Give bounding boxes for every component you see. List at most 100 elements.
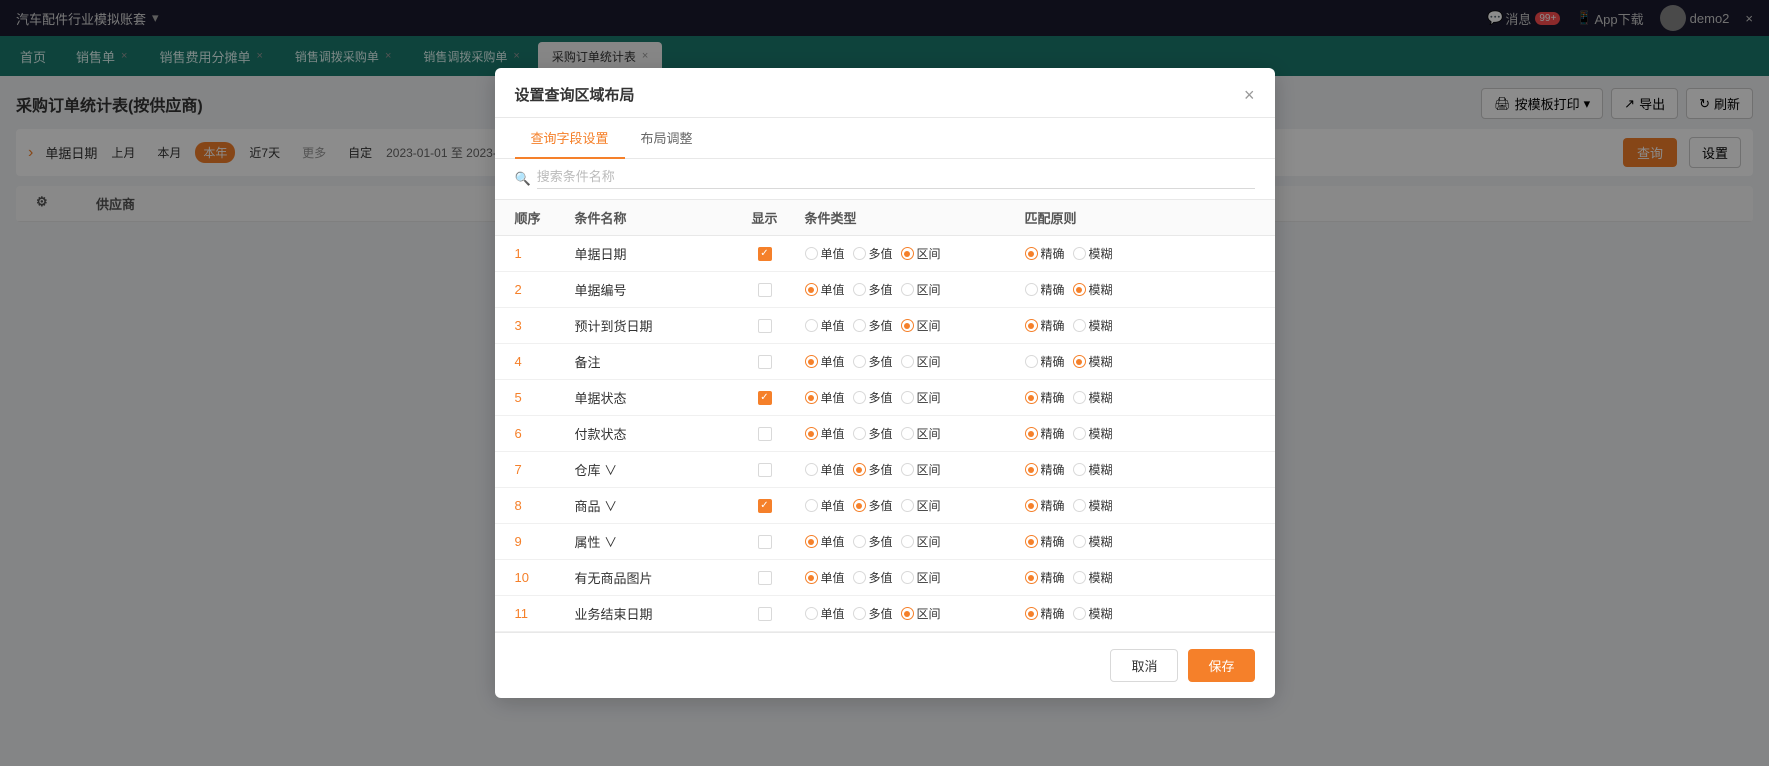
radio-option-match_fuzzy[interactable]: 模糊 xyxy=(1073,461,1113,478)
radio-button[interactable] xyxy=(1073,463,1086,476)
radio-button[interactable] xyxy=(1073,571,1086,584)
radio-option-type_range[interactable]: 区间 xyxy=(901,317,941,334)
checkbox-indicator[interactable] xyxy=(758,499,772,513)
radio-option-type_multi[interactable]: 多值 xyxy=(853,317,893,334)
radio-option-type_single[interactable]: 单值 xyxy=(805,353,845,370)
radio-button[interactable] xyxy=(1025,427,1038,440)
radio-button[interactable] xyxy=(1025,355,1038,368)
radio-option-match_exact[interactable]: 精确 xyxy=(1025,425,1065,442)
radio-option-type_multi[interactable]: 多值 xyxy=(853,425,893,442)
radio-button[interactable] xyxy=(901,607,914,620)
radio-option-type_single[interactable]: 单值 xyxy=(805,425,845,442)
radio-option-type_range[interactable]: 区间 xyxy=(901,245,941,262)
radio-option-match_exact[interactable]: 精确 xyxy=(1025,497,1065,514)
display-checkbox[interactable] xyxy=(725,463,805,477)
radio-option-match_fuzzy[interactable]: 模糊 xyxy=(1073,353,1113,370)
checkbox-indicator[interactable] xyxy=(758,427,772,441)
checkbox-indicator[interactable] xyxy=(758,535,772,549)
display-checkbox[interactable] xyxy=(725,355,805,369)
radio-button[interactable] xyxy=(1073,355,1086,368)
display-checkbox[interactable] xyxy=(725,499,805,513)
radio-option-match_exact[interactable]: 精确 xyxy=(1025,605,1065,622)
checkbox-indicator[interactable] xyxy=(758,247,772,261)
radio-option-type_range[interactable]: 区间 xyxy=(901,461,941,478)
radio-button[interactable] xyxy=(901,355,914,368)
radio-option-match_fuzzy[interactable]: 模糊 xyxy=(1073,425,1113,442)
display-checkbox[interactable] xyxy=(725,283,805,297)
radio-button[interactable] xyxy=(853,535,866,548)
radio-button[interactable] xyxy=(901,319,914,332)
radio-button[interactable] xyxy=(805,607,818,620)
radio-option-match_fuzzy[interactable]: 模糊 xyxy=(1073,281,1113,298)
radio-option-match_fuzzy[interactable]: 模糊 xyxy=(1073,497,1113,514)
display-checkbox[interactable] xyxy=(725,391,805,405)
checkbox-indicator[interactable] xyxy=(758,283,772,297)
radio-option-match_exact[interactable]: 精确 xyxy=(1025,245,1065,262)
radio-button[interactable] xyxy=(1025,463,1038,476)
radio-button[interactable] xyxy=(853,571,866,584)
radio-button[interactable] xyxy=(1025,391,1038,404)
tab-query-fields[interactable]: 查询字段设置 xyxy=(515,118,625,159)
radio-option-match_fuzzy[interactable]: 模糊 xyxy=(1073,245,1113,262)
radio-button[interactable] xyxy=(1025,319,1038,332)
radio-button[interactable] xyxy=(1073,427,1086,440)
radio-option-type_single[interactable]: 单值 xyxy=(805,533,845,550)
checkbox-indicator[interactable] xyxy=(758,391,772,405)
radio-button[interactable] xyxy=(805,391,818,404)
radio-button[interactable] xyxy=(853,463,866,476)
radio-button[interactable] xyxy=(1073,319,1086,332)
modal-close-button[interactable]: × xyxy=(1244,86,1255,104)
radio-option-type_single[interactable]: 单值 xyxy=(805,605,845,622)
radio-button[interactable] xyxy=(805,427,818,440)
checkbox-indicator[interactable] xyxy=(758,607,772,621)
radio-option-type_multi[interactable]: 多值 xyxy=(853,569,893,586)
radio-button[interactable] xyxy=(1025,607,1038,620)
checkbox-indicator[interactable] xyxy=(758,355,772,369)
display-checkbox[interactable] xyxy=(725,571,805,585)
radio-button[interactable] xyxy=(805,355,818,368)
radio-button[interactable] xyxy=(853,355,866,368)
radio-button[interactable] xyxy=(805,319,818,332)
radio-option-match_fuzzy[interactable]: 模糊 xyxy=(1073,533,1113,550)
radio-option-type_multi[interactable]: 多值 xyxy=(853,353,893,370)
display-checkbox[interactable] xyxy=(725,607,805,621)
radio-option-match_exact[interactable]: 精确 xyxy=(1025,317,1065,334)
radio-button[interactable] xyxy=(1025,283,1038,296)
radio-button[interactable] xyxy=(1073,283,1086,296)
radio-option-match_exact[interactable]: 精确 xyxy=(1025,533,1065,550)
display-checkbox[interactable] xyxy=(725,427,805,441)
radio-button[interactable] xyxy=(1025,535,1038,548)
radio-button[interactable] xyxy=(805,283,818,296)
checkbox-indicator[interactable] xyxy=(758,571,772,585)
checkbox-indicator[interactable] xyxy=(758,463,772,477)
display-checkbox[interactable] xyxy=(725,247,805,261)
radio-button[interactable] xyxy=(1073,391,1086,404)
radio-option-match_fuzzy[interactable]: 模糊 xyxy=(1073,389,1113,406)
radio-option-type_range[interactable]: 区间 xyxy=(901,497,941,514)
radio-button[interactable] xyxy=(901,499,914,512)
radio-button[interactable] xyxy=(853,499,866,512)
radio-option-match_fuzzy[interactable]: 模糊 xyxy=(1073,569,1113,586)
radio-button[interactable] xyxy=(1073,607,1086,620)
radio-button[interactable] xyxy=(1073,247,1086,260)
radio-option-type_single[interactable]: 单值 xyxy=(805,461,845,478)
radio-option-type_multi[interactable]: 多值 xyxy=(853,461,893,478)
radio-option-type_multi[interactable]: 多值 xyxy=(853,389,893,406)
radio-option-match_exact[interactable]: 精确 xyxy=(1025,569,1065,586)
radio-button[interactable] xyxy=(901,571,914,584)
radio-button[interactable] xyxy=(901,427,914,440)
radio-button[interactable] xyxy=(901,283,914,296)
radio-button[interactable] xyxy=(853,247,866,260)
radio-option-type_single[interactable]: 单值 xyxy=(805,317,845,334)
radio-button[interactable] xyxy=(805,571,818,584)
radio-option-type_multi[interactable]: 多值 xyxy=(853,533,893,550)
radio-button[interactable] xyxy=(853,427,866,440)
radio-option-type_range[interactable]: 区间 xyxy=(901,353,941,370)
search-input[interactable] xyxy=(537,169,1255,189)
radio-option-type_single[interactable]: 单值 xyxy=(805,389,845,406)
radio-button[interactable] xyxy=(805,535,818,548)
radio-option-type_range[interactable]: 区间 xyxy=(901,425,941,442)
radio-option-type_single[interactable]: 单值 xyxy=(805,569,845,586)
radio-option-type_range[interactable]: 区间 xyxy=(901,533,941,550)
radio-button[interactable] xyxy=(853,391,866,404)
